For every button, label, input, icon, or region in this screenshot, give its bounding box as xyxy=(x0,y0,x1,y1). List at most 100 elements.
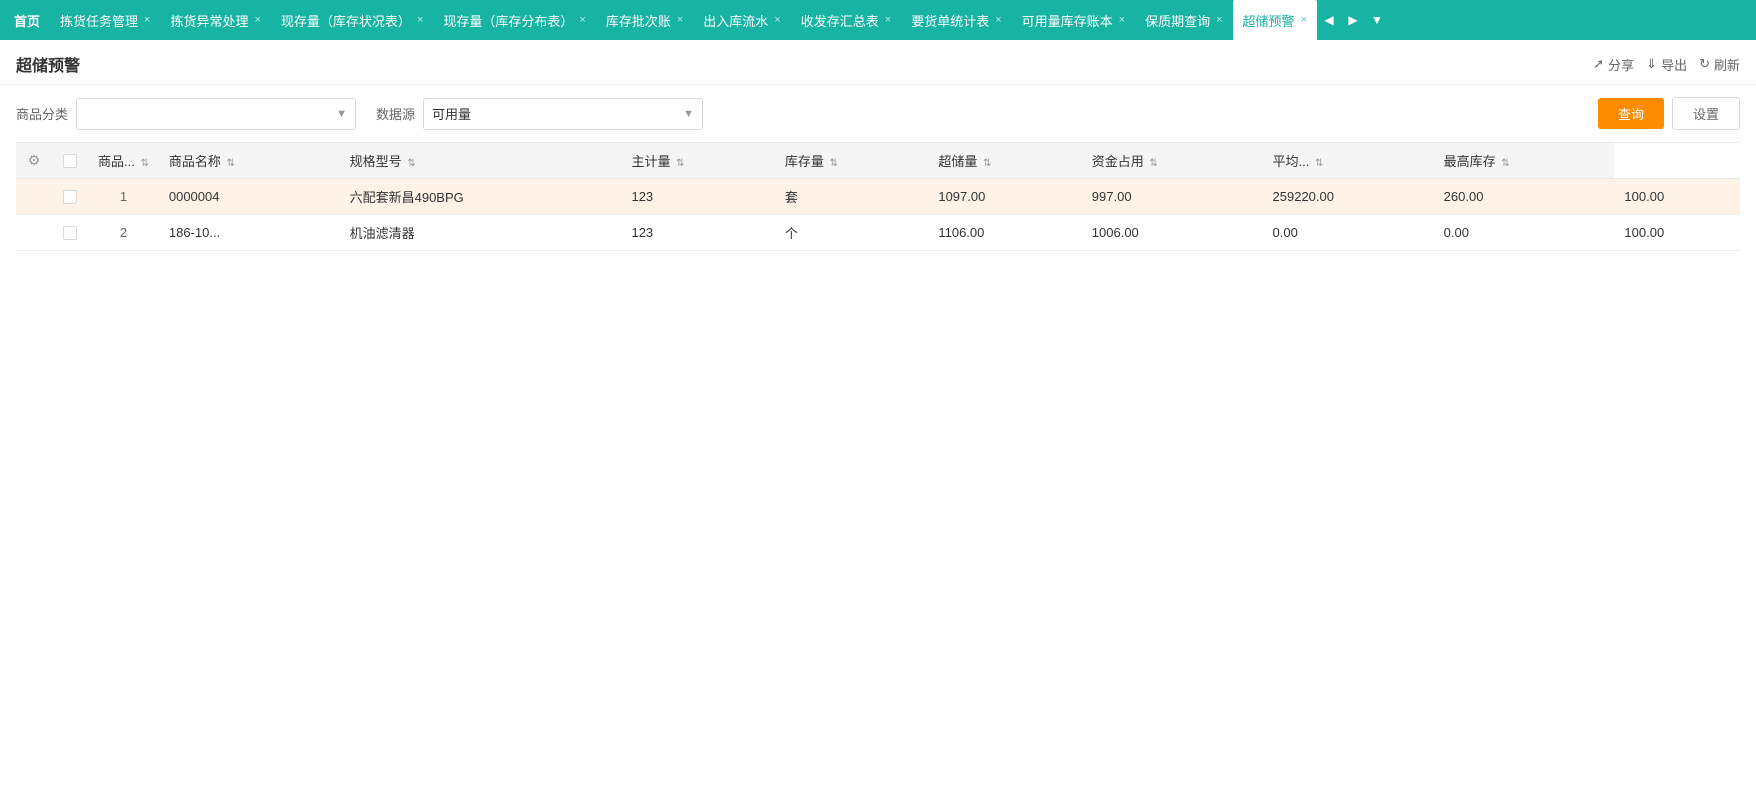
nav-tab-6[interactable]: 出入库流水 × xyxy=(693,0,790,40)
page-header: 超储预警 ➚ 分享 ⇓ 导出 ↻ 刷新 xyxy=(0,40,1756,85)
row-product-code: 0000004 xyxy=(159,179,340,215)
close-icon[interactable]: × xyxy=(417,14,423,26)
row-checkbox-cell xyxy=(52,179,88,215)
close-icon[interactable]: × xyxy=(254,14,260,26)
col-settings: ⚙ xyxy=(16,143,52,179)
gear-icon[interactable]: ⚙ xyxy=(28,152,41,168)
col-spec-header[interactable]: 规格型号 ⇅ xyxy=(340,143,622,179)
nav-home[interactable]: 首页 xyxy=(4,0,50,40)
export-icon: ⇓ xyxy=(1646,56,1657,72)
col-capital-header[interactable]: 资金占用 ⇅ xyxy=(1082,143,1263,179)
col-avg-header[interactable]: 平均... ⇅ xyxy=(1263,143,1434,179)
close-icon[interactable]: × xyxy=(885,14,891,26)
sort-icon: ⇅ xyxy=(983,158,991,169)
table-row: 1 0000004 六配套新昌490BPG 123 套 1097.00 997.… xyxy=(16,179,1740,215)
nav-tab-7[interactable]: 收发存汇总表 × xyxy=(791,0,901,40)
nav-tab-2[interactable]: 拣货异常处理 × xyxy=(160,0,270,40)
row-product-name: 机油滤清器 xyxy=(340,215,622,251)
col-product-name-header[interactable]: 商品名称 ⇅ xyxy=(159,143,340,179)
chevron-down-icon: ▼ xyxy=(336,108,347,120)
nav-menu-arrow[interactable]: ▼ xyxy=(1365,0,1389,40)
nav-tab-8[interactable]: 要货单统计表 × xyxy=(901,0,1011,40)
row-avg: 260.00 xyxy=(1434,179,1615,215)
export-button[interactable]: ⇓ 导出 xyxy=(1646,55,1687,74)
sort-icon: ⇅ xyxy=(140,158,148,169)
data-table-container: ⚙ 商品... ⇅ 商品名称 ⇅ 规格型号 ⇅ 主计量 xyxy=(0,142,1756,251)
datasource-filter: 数据源 可用量 ▼ xyxy=(376,98,703,130)
row-index: 2 xyxy=(88,215,159,251)
sort-icon: ⇅ xyxy=(1149,158,1157,169)
category-filter: 商品分类 ▼ xyxy=(16,98,356,130)
query-button[interactable]: 查询 xyxy=(1598,98,1664,129)
row-checkbox-cell xyxy=(52,215,88,251)
sort-icon: ⇅ xyxy=(407,158,415,169)
category-label: 商品分类 xyxy=(16,104,68,123)
row-spec: 123 xyxy=(621,215,774,251)
col-stock-header[interactable]: 库存量 ⇅ xyxy=(775,143,928,179)
refresh-button[interactable]: ↻ 刷新 xyxy=(1699,55,1740,74)
row-overstock: 1006.00 xyxy=(1082,215,1263,251)
row-max-stock: 100.00 xyxy=(1614,215,1740,251)
datasource-select-value: 可用量 xyxy=(432,104,471,123)
overstock-table: ⚙ 商品... ⇅ 商品名称 ⇅ 规格型号 ⇅ 主计量 xyxy=(16,142,1740,251)
close-icon[interactable]: × xyxy=(677,14,683,26)
row-max-stock: 100.00 xyxy=(1614,179,1740,215)
col-max-stock-header[interactable]: 最高库存 ⇅ xyxy=(1434,143,1615,179)
col-checkbox-header xyxy=(52,143,88,179)
row-index: 1 xyxy=(88,179,159,215)
close-icon[interactable]: × xyxy=(995,14,1001,26)
share-icon: ➚ xyxy=(1593,56,1604,72)
nav-tab-9[interactable]: 可用量库存账本 × xyxy=(1012,0,1135,40)
nav-tab-4[interactable]: 现存量（库存分布表） × xyxy=(433,0,595,40)
close-icon[interactable]: × xyxy=(774,14,780,26)
row-capital: 0.00 xyxy=(1263,215,1434,251)
col-overstock-header[interactable]: 超储量 ⇅ xyxy=(928,143,1081,179)
select-all-checkbox[interactable] xyxy=(63,154,77,168)
row-product-name: 六配套新昌490BPG xyxy=(340,179,622,215)
col-unit-header[interactable]: 主计量 ⇅ xyxy=(621,143,774,179)
row-spec: 123 xyxy=(621,179,774,215)
close-icon[interactable]: × xyxy=(579,14,585,26)
row-overstock: 997.00 xyxy=(1082,179,1263,215)
row-unit: 套 xyxy=(775,179,928,215)
datasource-label: 数据源 xyxy=(376,104,415,123)
sort-icon: ⇅ xyxy=(1501,158,1509,169)
row-settings xyxy=(16,215,52,251)
top-navigation: 首页 拣货任务管理 × 拣货异常处理 × 现存量（库存状况表） × 现存量（库存… xyxy=(0,0,1756,40)
nav-prev-arrow[interactable]: ◀ xyxy=(1317,0,1341,40)
page-title: 超储预警 xyxy=(16,52,80,76)
close-icon[interactable]: × xyxy=(1301,14,1307,26)
settings-button[interactable]: 设置 xyxy=(1672,97,1740,130)
row-unit: 个 xyxy=(775,215,928,251)
nav-tab-10[interactable]: 保质期查询 × xyxy=(1135,0,1232,40)
sort-icon: ⇅ xyxy=(227,158,235,169)
close-icon[interactable]: × xyxy=(1216,14,1222,26)
filter-actions: 查询 设置 xyxy=(1598,97,1740,130)
sort-icon: ⇅ xyxy=(1315,158,1323,169)
datasource-select[interactable]: 可用量 ▼ xyxy=(423,98,703,130)
nav-tab-5[interactable]: 库存批次账 × xyxy=(596,0,693,40)
chevron-down-icon: ▼ xyxy=(683,108,694,120)
table-row: 2 186-10... 机油滤清器 123 个 1106.00 1006.00 … xyxy=(16,215,1740,251)
share-button[interactable]: ➚ 分享 xyxy=(1593,55,1634,74)
sort-icon: ⇅ xyxy=(676,158,684,169)
row-checkbox[interactable] xyxy=(63,226,77,240)
close-icon[interactable]: × xyxy=(144,14,150,26)
nav-next-arrow[interactable]: ▶ xyxy=(1341,0,1365,40)
nav-tab-3[interactable]: 现存量（库存状况表） × xyxy=(271,0,433,40)
row-capital: 259220.00 xyxy=(1263,179,1434,215)
row-stock: 1097.00 xyxy=(928,179,1081,215)
row-checkbox[interactable] xyxy=(63,190,77,204)
row-stock: 1106.00 xyxy=(928,215,1081,251)
row-product-code: 186-10... xyxy=(159,215,340,251)
category-select[interactable]: ▼ xyxy=(76,98,356,130)
nav-tab-11-active[interactable]: 超储预警 × xyxy=(1233,0,1317,40)
col-product-code-header[interactable]: 商品... ⇅ xyxy=(88,143,159,179)
close-icon[interactable]: × xyxy=(1119,14,1125,26)
filter-area: 商品分类 ▼ 数据源 可用量 ▼ 查询 设置 xyxy=(0,85,1756,142)
refresh-icon: ↻ xyxy=(1699,56,1710,72)
row-avg: 0.00 xyxy=(1434,215,1615,251)
sort-icon: ⇅ xyxy=(830,158,838,169)
header-actions: ➚ 分享 ⇓ 导出 ↻ 刷新 xyxy=(1593,55,1740,74)
nav-tab-1[interactable]: 拣货任务管理 × xyxy=(50,0,160,40)
